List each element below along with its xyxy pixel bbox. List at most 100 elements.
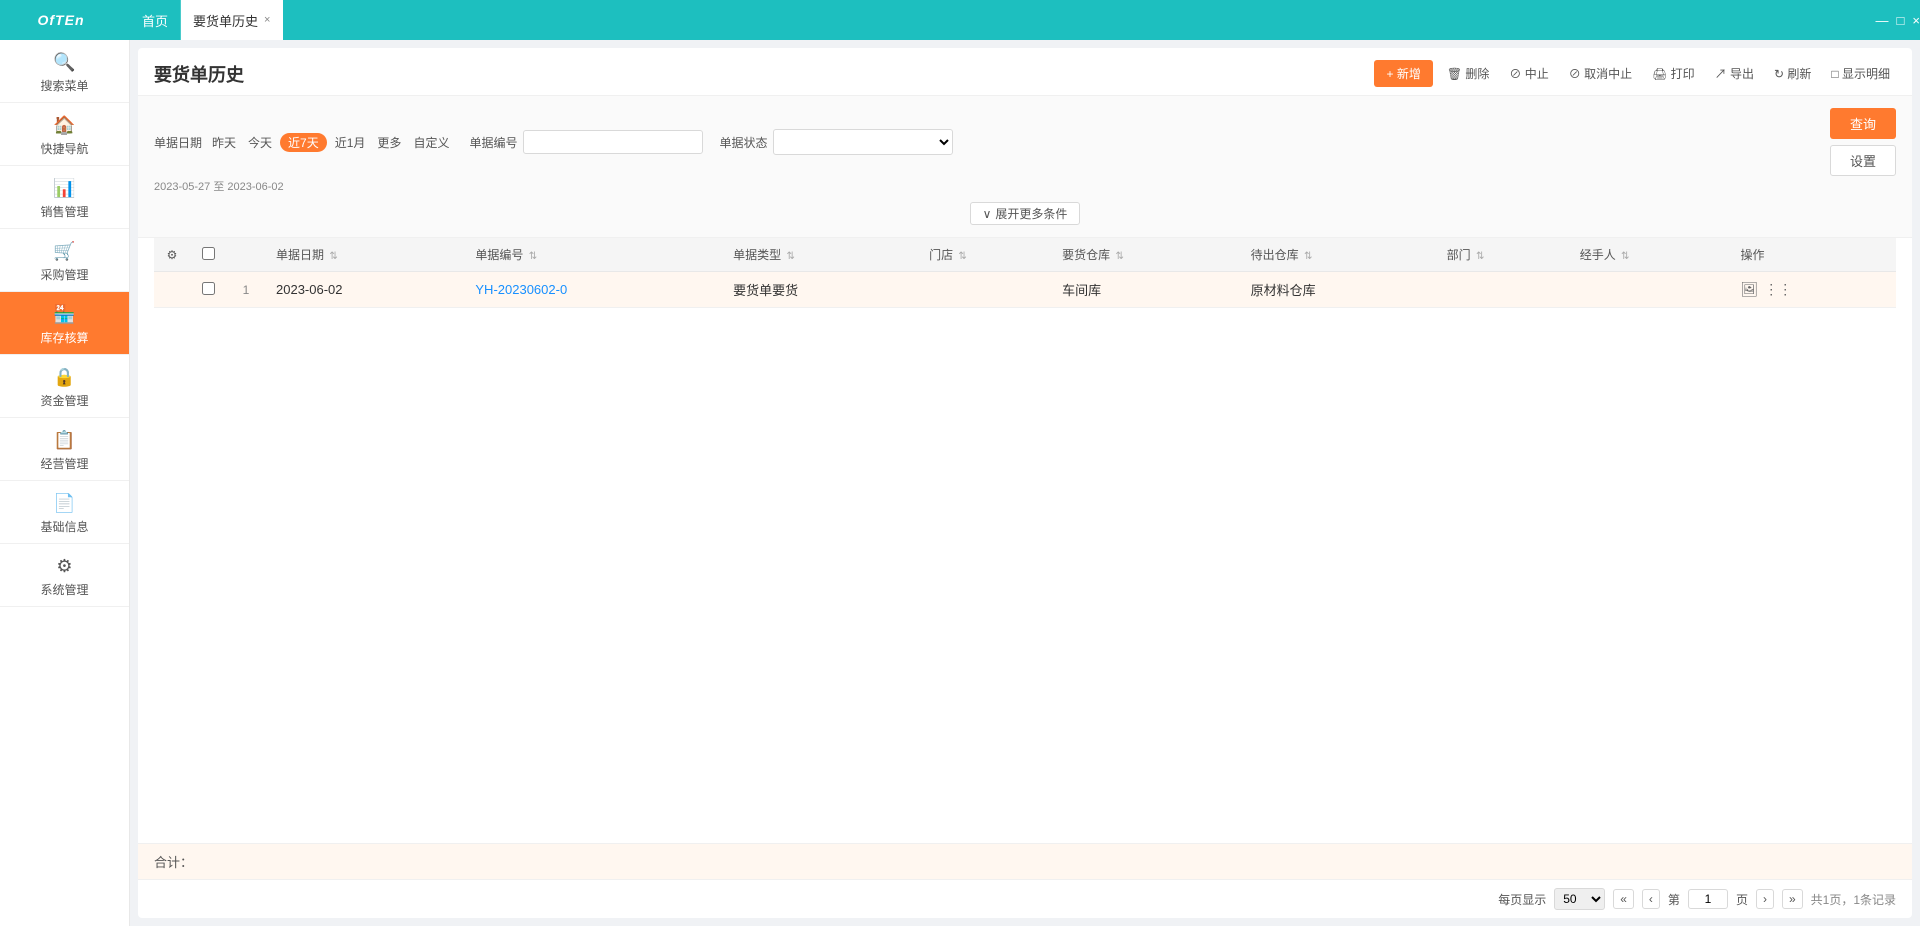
cancel-suspend-button[interactable]: ⊘ 取消中止 (1563, 62, 1638, 85)
tab-requisition-history[interactable]: 要货单历史 × (181, 0, 283, 40)
view-action-icon[interactable]: 🖼 (1740, 281, 1758, 298)
th-handler-label: 经手人 (1580, 248, 1616, 262)
td-doc-type: 要货单要货 (723, 272, 919, 308)
doc-no-label: 单据编号 (469, 134, 517, 151)
sort-store-icon: ⇅ (958, 251, 966, 262)
td-action: 🖼 ⋮⋮ (1730, 272, 1896, 308)
th-store-label: 门店 (929, 248, 953, 262)
sort-pending-warehouse-icon: ⇅ (1304, 251, 1312, 262)
date-shortcut-today[interactable]: 今天 (244, 133, 276, 152)
chevron-down-icon: ∨ (983, 207, 992, 221)
action-icons: 🖼 ⋮⋮ (1740, 281, 1886, 298)
th-department-label: 部门 (1447, 248, 1471, 262)
sidebar-item-operations-mgmt[interactable]: 📋 经营管理 (0, 418, 129, 481)
th-pending-warehouse[interactable]: 待出仓库 ⇅ (1241, 238, 1437, 272)
date-shortcut-more[interactable]: 更多 (373, 133, 405, 152)
date-shortcut-last7days[interactable]: 近7天 (280, 133, 327, 152)
sort-doc-type-icon: ⇅ (786, 251, 794, 262)
select-all-checkbox[interactable] (202, 247, 215, 260)
sidebar-item-search-menu-label: 搜索菜单 (40, 77, 88, 94)
maximize-btn[interactable]: □ (1897, 13, 1905, 28)
sidebar-item-inventory[interactable]: 🏪 库存核算 (0, 292, 129, 355)
td-doc-no[interactable]: YH-20230602-0 (465, 272, 723, 308)
page-suffix-label: 页 (1736, 891, 1748, 908)
th-store[interactable]: 门店 ⇅ (919, 238, 1052, 272)
filter-group-doc-no: 单据编号 (469, 130, 703, 154)
sales-mgmt-icon: 📊 (53, 178, 75, 199)
last-page-button[interactable]: » (1782, 889, 1803, 909)
data-table: ⚙ 单据日期 ⇅ 单据编号 ⇅ (154, 238, 1896, 308)
expand-more-button[interactable]: ∨ 展开更多条件 (970, 202, 1081, 225)
doc-date-label: 单据日期 (154, 134, 202, 151)
sidebar-item-system-mgmt[interactable]: ⚙ 系统管理 (0, 544, 129, 607)
date-shortcut-yesterday[interactable]: 昨天 (208, 133, 240, 152)
tab-home[interactable]: 首页 (130, 0, 181, 40)
sidebar-item-system-mgmt-label: 系统管理 (40, 581, 88, 598)
th-department[interactable]: 部门 ⇅ (1437, 238, 1570, 272)
th-req-warehouse[interactable]: 要货仓库 ⇅ (1052, 238, 1240, 272)
query-button[interactable]: 查询 (1830, 108, 1896, 139)
td-department (1437, 272, 1570, 308)
basic-info-icon: 📄 (53, 493, 75, 514)
doc-status-select[interactable] (773, 129, 953, 155)
sidebar-item-sales-mgmt-label: 销售管理 (40, 203, 88, 220)
filter-group-doc-status: 单据状态 (719, 129, 953, 155)
sidebar-item-sales-mgmt[interactable]: 📊 销售管理 (0, 166, 129, 229)
row-checkbox[interactable] (202, 282, 215, 295)
per-page-label: 每页显示 (1498, 891, 1546, 908)
td-handler (1570, 272, 1731, 308)
pagination-bar: 每页显示 50 20 100 « ‹ 第 页 › » 共1页，1条记录 (138, 879, 1912, 918)
page-title: 要货单历史 (154, 61, 1374, 87)
th-doc-type-label: 单据类型 (733, 248, 781, 262)
sidebar-item-basic-info[interactable]: 📄 基础信息 (0, 481, 129, 544)
date-shortcut-last1month[interactable]: 近1月 (331, 133, 370, 152)
main-layout: 🔍 搜索菜单 🏠 快捷导航 📊 销售管理 🛒 采购管理 🏪 库存核算 🔒 资金管… (0, 40, 1920, 926)
print-button[interactable]: 🖨 打印 (1646, 62, 1701, 85)
table-row: 1 2023-06-02 YH-20230602-0 要货单要货 车间库 原材料… (154, 272, 1896, 308)
first-page-button[interactable]: « (1613, 889, 1634, 909)
th-action: 操作 (1730, 238, 1896, 272)
th-doc-date[interactable]: 单据日期 ⇅ (266, 238, 465, 272)
sidebar-item-purchase-mgmt[interactable]: 🛒 采购管理 (0, 229, 129, 292)
th-doc-type[interactable]: 单据类型 ⇅ (723, 238, 919, 272)
suspend-button[interactable]: ⊘ 中止 (1503, 62, 1554, 85)
toolbar: + 新增 🗑 删除 ⊘ 中止 ⊘ 取消中止 🖨 打印 ↗ 导出 ↻ 刷新 □ 显… (1374, 60, 1896, 87)
per-page-select[interactable]: 50 20 100 (1554, 888, 1605, 910)
operations-mgmt-icon: 📋 (53, 430, 75, 451)
close-btn[interactable]: × (1912, 13, 1920, 28)
th-doc-no[interactable]: 单据编号 ⇅ (465, 238, 723, 272)
th-req-warehouse-label: 要货仓库 (1062, 248, 1110, 262)
more-action-icon[interactable]: ⋮⋮ (1764, 281, 1792, 298)
table-header-row: ⚙ 单据日期 ⇅ 单据编号 ⇅ (154, 238, 1896, 272)
sidebar-item-finance-mgmt[interactable]: 🔒 资金管理 (0, 355, 129, 418)
sidebar-item-inventory-label: 库存核算 (40, 329, 88, 346)
new-button[interactable]: + 新增 (1374, 60, 1432, 87)
td-pending-warehouse: 原材料仓库 (1241, 272, 1437, 308)
sidebar-item-operations-mgmt-label: 经营管理 (40, 455, 88, 472)
show-detail-button[interactable]: □ 显示明细 (1825, 62, 1896, 85)
th-handler[interactable]: 经手人 ⇅ (1570, 238, 1731, 272)
export-button[interactable]: ↗ 导出 (1709, 62, 1760, 85)
th-doc-date-label: 单据日期 (276, 248, 324, 262)
sidebar-item-search-menu[interactable]: 🔍 搜索菜单 (0, 40, 129, 103)
finance-mgmt-icon: 🔒 (53, 367, 75, 388)
next-page-button[interactable]: › (1756, 889, 1774, 909)
settings-button[interactable]: 设置 (1830, 145, 1896, 176)
doc-no-link[interactable]: YH-20230602-0 (475, 282, 567, 297)
td-checkbox[interactable] (190, 272, 226, 308)
tab-requisition-history-label: 要货单历史 (193, 11, 258, 30)
sort-doc-date-icon: ⇅ (329, 251, 337, 262)
refresh-button[interactable]: ↻ 刷新 (1768, 62, 1817, 85)
page-input[interactable] (1688, 889, 1728, 909)
date-shortcut-custom[interactable]: 自定义 (409, 133, 453, 152)
brand-logo: OfTEn (38, 12, 85, 28)
minimize-btn[interactable]: — (1876, 13, 1889, 28)
delete-button[interactable]: 🗑 删除 (1441, 62, 1496, 85)
th-settings[interactable]: ⚙ (154, 238, 190, 272)
th-checkbox[interactable] (190, 238, 226, 272)
tab-home-label: 首页 (142, 11, 168, 30)
prev-page-button[interactable]: ‹ (1642, 889, 1660, 909)
doc-no-input[interactable] (523, 130, 703, 154)
tab-close-btn[interactable]: × (264, 14, 270, 26)
sidebar-item-quick-nav[interactable]: 🏠 快捷导航 (0, 103, 129, 166)
